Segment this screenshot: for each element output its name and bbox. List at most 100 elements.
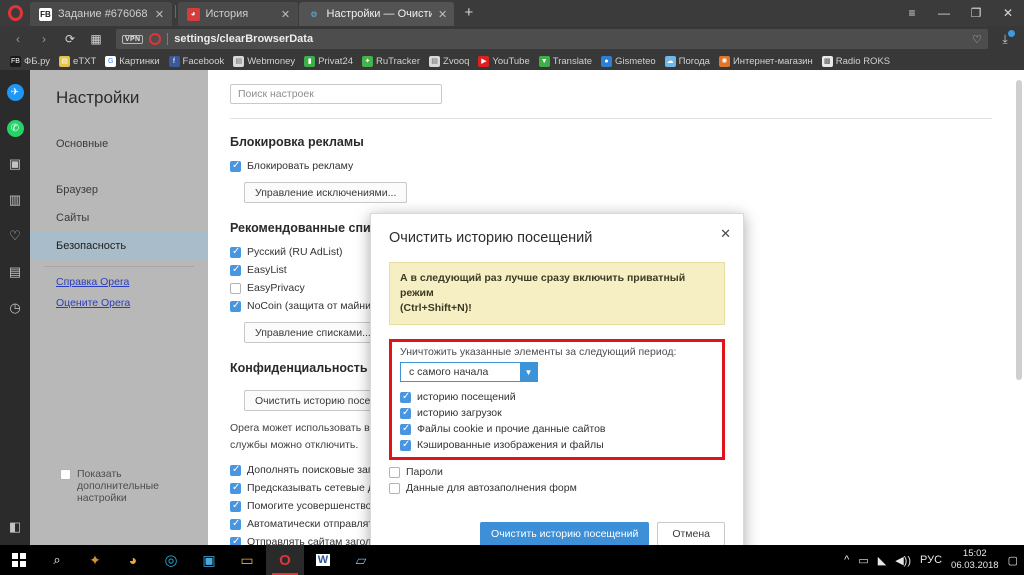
maximize-button[interactable]: ❐ <box>960 0 992 26</box>
new-tab-button[interactable]: + <box>455 4 484 23</box>
bookmark-item[interactable]: ▮ Privat24 <box>300 55 357 67</box>
autofill-data-checkbox[interactable] <box>389 483 400 494</box>
close-button[interactable]: ✕ <box>992 0 1024 26</box>
browser-tab-2[interactable]: ◕ История ✕ <box>177 2 298 26</box>
minimize-button[interactable]: — <box>928 0 960 26</box>
ccleaner-icon[interactable]: ◎ <box>152 545 190 575</box>
tray-chevron-icon[interactable]: ^ <box>844 554 849 566</box>
facebook-square-icon: FB <box>10 55 21 67</box>
sidebar-item-general[interactable]: Основные <box>30 130 208 158</box>
highlight-box: Уничтожить указанные элементы за следующ… <box>389 339 725 460</box>
bookmark-heart-icon[interactable]: ♡ <box>972 33 982 46</box>
file-explorer-icon[interactable]: ▭ <box>228 545 266 575</box>
privat-icon: ▮ <box>304 55 316 67</box>
speed-dial-grid-icon[interactable]: ▥ <box>0 182 30 218</box>
camera-snapshot-icon[interactable]: ▣ <box>0 146 30 182</box>
close-icon[interactable]: ✕ <box>720 226 731 242</box>
bookmark-item[interactable]: ▤ Zvooq <box>425 55 473 67</box>
browser-tab-3-active[interactable]: ⚙ Настройки — Очистить и ✕ <box>298 2 454 26</box>
chevron-down-icon[interactable]: ▼ <box>520 363 537 381</box>
paint-icon[interactable]: ✦ <box>76 545 114 575</box>
passwords-checkbox[interactable] <box>389 467 400 478</box>
clock[interactable]: 15:02 06.03.2018 <box>951 548 999 572</box>
volume-icon[interactable]: ◀)) <box>895 554 911 567</box>
language-indicator[interactable]: РУС <box>920 554 942 566</box>
photo-viewer-icon[interactable]: ▣ <box>190 545 228 575</box>
modal-title: Очистить историю посещений <box>389 230 593 246</box>
bookmark-item[interactable]: ▶ YouTube <box>474 55 533 67</box>
bookmark-item[interactable]: ▤ Webmoney <box>229 55 299 67</box>
word-icon[interactable]: W <box>304 545 342 575</box>
bookmark-item[interactable]: ▤ eTXT <box>55 55 100 67</box>
panel-toggle-icon[interactable]: ◧ <box>0 509 30 545</box>
history-clock-icon[interactable]: ◷ <box>0 290 30 326</box>
tab-strip: FB Задание #676068 ✕ ◕ История ✕ ⚙ Настр… <box>0 0 1024 26</box>
private-mode-notice: А в следующий раз лучше сразу включить п… <box>389 262 725 325</box>
period-select[interactable]: с самого начала ▼ <box>400 362 538 382</box>
period-label: Уничтожить указанные элементы за следующ… <box>400 346 677 358</box>
list-item[interactable]: историю загрузок <box>400 405 714 421</box>
list-item[interactable]: Данные для автозаполнения форм <box>389 480 725 496</box>
list-item[interactable]: Кэшированные изображения и файлы <box>400 437 714 453</box>
show-advanced-checkbox[interactable] <box>60 469 71 480</box>
cancel-button[interactable]: Отмена <box>657 522 725 545</box>
list-item[interactable]: Пароли <box>389 464 725 480</box>
search-icon[interactable]: ⌕ <box>38 545 76 575</box>
forward-button[interactable]: › <box>34 29 54 49</box>
notepad-icon[interactable]: ▱ <box>342 545 380 575</box>
advanced-settings-row[interactable]: Показать дополнительные настройки <box>60 465 200 507</box>
bookmark-item[interactable]: f Facebook <box>165 55 229 67</box>
browsing-history-checkbox[interactable] <box>400 391 411 403</box>
modal-body: Очистить историю посещений А в следующий… <box>371 214 743 508</box>
bookmark-item[interactable]: ✦ RuTracker <box>358 55 424 67</box>
nav-gap <box>30 158 208 176</box>
battery-icon[interactable]: ▭ <box>858 554 868 567</box>
back-button[interactable]: ‹ <box>8 29 28 49</box>
flstudio-icon[interactable]: ◕ <box>114 545 152 575</box>
list-item[interactable]: историю посещений <box>400 389 714 405</box>
tab-close-button[interactable]: ✕ <box>154 8 166 21</box>
cached-files-checkbox[interactable] <box>400 439 411 451</box>
tab-close-button[interactable]: ✕ <box>280 8 292 21</box>
rate-opera-link[interactable]: Оцените Opera <box>30 288 208 309</box>
opera-logo-icon <box>7 5 23 21</box>
modal-overlay: ✕ Очистить историю посещений А в следующ… <box>208 70 1024 545</box>
bookmark-item[interactable]: ▼ Translate <box>535 55 596 67</box>
sidebar-item-browser[interactable]: Браузер <box>30 176 208 204</box>
speed-dial-button[interactable]: ▦ <box>86 29 106 49</box>
wifi-icon[interactable]: ◣ <box>878 554 886 567</box>
radio-icon: ▩ <box>821 55 833 67</box>
tab-close-button[interactable]: ✕ <box>438 8 448 21</box>
bookmark-label: Radio ROKS <box>835 55 891 67</box>
bookmark-item[interactable]: ▩ Radio ROKS <box>818 55 894 67</box>
bookmark-item[interactable]: FB ФБ.ру <box>6 55 54 67</box>
whatsapp-icon[interactable]: ✆ <box>0 110 30 146</box>
confirm-clear-button[interactable]: Очистить историю посещений <box>480 522 650 545</box>
modal-options-rest: Пароли Данные для автозаполнения форм <box>389 464 725 496</box>
url-bar[interactable]: VPN settings/clearBrowserData ♡ <box>116 29 988 49</box>
favorites-heart-icon[interactable]: ♡ <box>0 218 30 254</box>
download-history-checkbox[interactable] <box>400 407 411 419</box>
vpn-badge-icon[interactable]: VPN <box>122 34 144 44</box>
news-icon[interactable]: ▤ <box>0 254 30 290</box>
start-button[interactable] <box>0 545 38 575</box>
bookmark-item[interactable]: ☁ Погода <box>661 55 714 67</box>
bookmark-item[interactable]: ● Gismeteo <box>597 55 660 67</box>
reload-button[interactable]: ⟳ <box>60 29 80 49</box>
bookmark-item[interactable]: G Картинки <box>101 55 163 67</box>
cookies-checkbox[interactable] <box>400 423 411 435</box>
list-item[interactable]: Файлы cookie и прочие данные сайтов <box>400 421 714 437</box>
sidebar-item-security[interactable]: Безопасность <box>30 232 208 260</box>
main-menu-icon[interactable]: ≡ <box>896 0 928 26</box>
downloads-button[interactable]: ⤓ <box>994 29 1016 49</box>
bookmark-label: RuTracker <box>376 55 421 67</box>
browser-tab-1[interactable]: FB Задание #676068 ✕ <box>30 2 172 26</box>
bookmark-item[interactable]: ✺ Интернет-магазин <box>715 55 817 67</box>
notifications-icon[interactable]: ▢ <box>1008 554 1018 567</box>
messenger-icon[interactable]: ✈ <box>0 74 30 110</box>
opera-taskbar-icon[interactable]: O <box>266 545 304 575</box>
sidebar-item-sites[interactable]: Сайты <box>30 204 208 232</box>
opera-menu-button[interactable] <box>0 0 30 26</box>
opera-help-link[interactable]: Справка Opera <box>30 267 208 288</box>
tab-title: История <box>205 8 249 20</box>
